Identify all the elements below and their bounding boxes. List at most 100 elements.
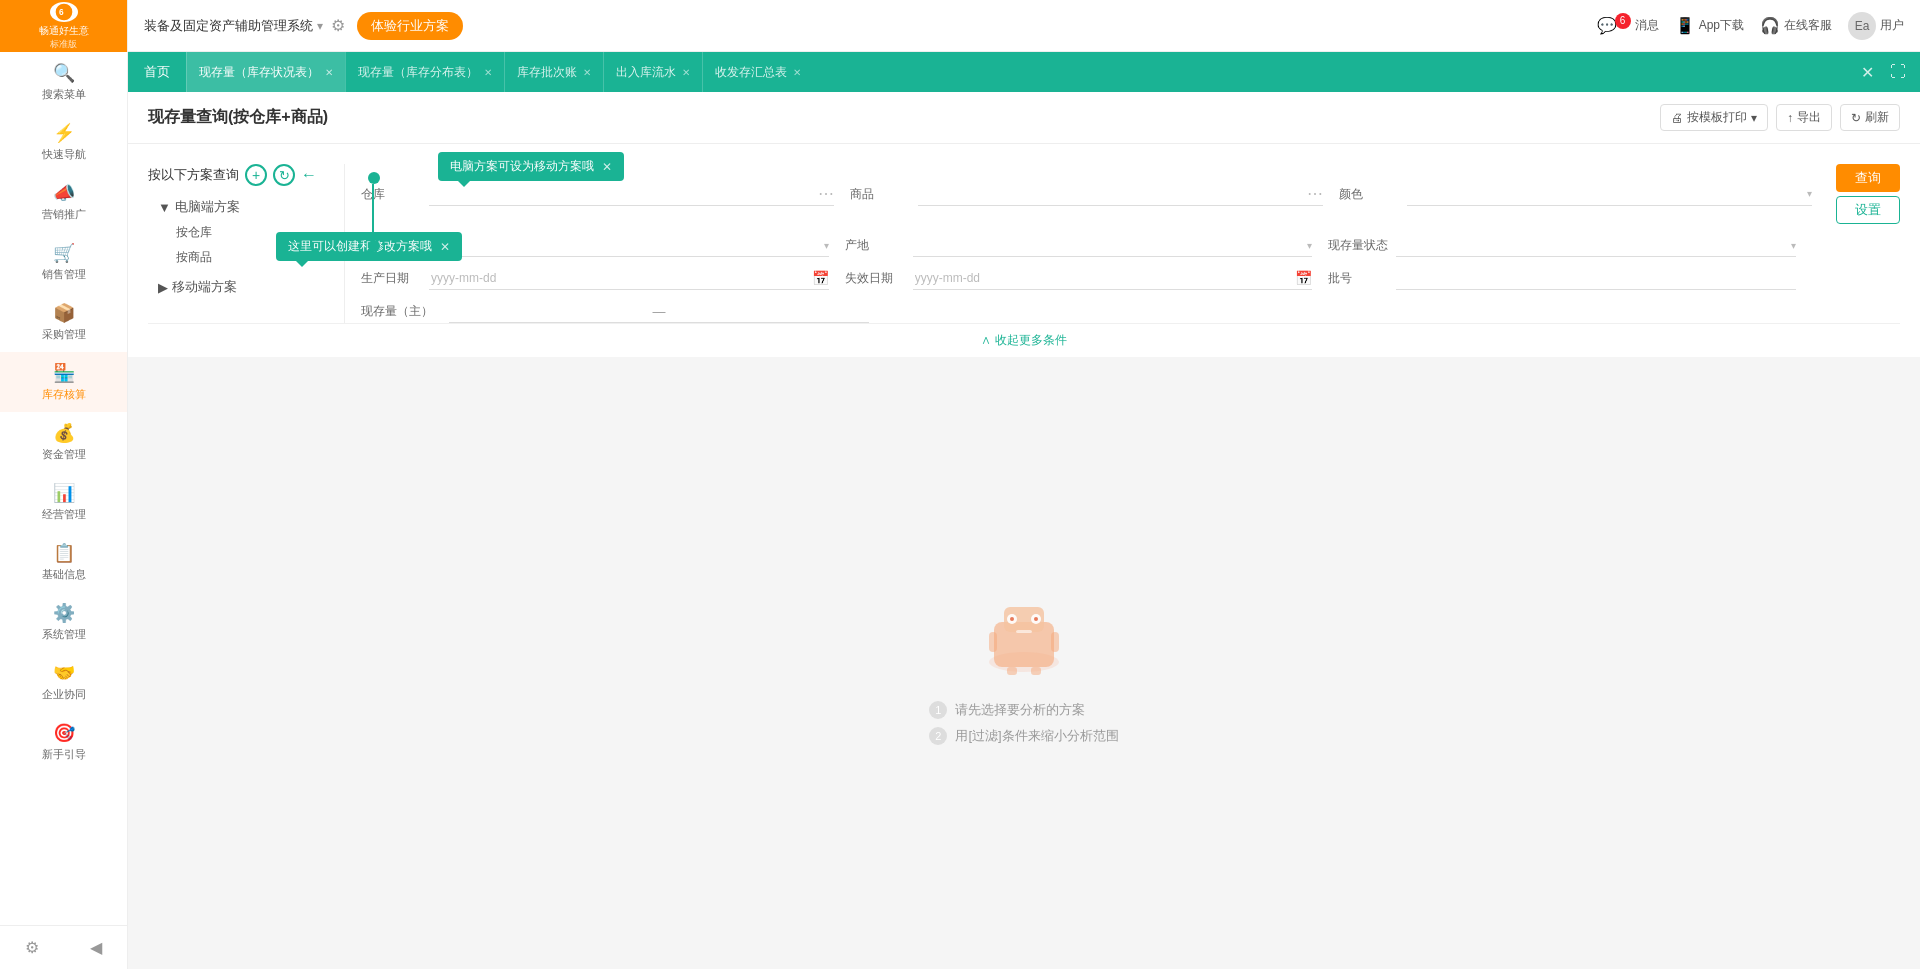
chevron-down-icon: ▼ bbox=[158, 200, 171, 215]
sidebar-item-basic[interactable]: 📋 基础信息 bbox=[0, 532, 127, 592]
svg-rect-9 bbox=[1016, 630, 1032, 633]
tab-inventory-dist[interactable]: 现存量（库存分布表） ✕ bbox=[345, 52, 504, 92]
sidebar-item-finance[interactable]: 💰 资金管理 bbox=[0, 412, 127, 472]
user-item[interactable]: Ea 用户 bbox=[1848, 12, 1904, 40]
sales-icon: 🛒 bbox=[53, 242, 75, 264]
production-date-input[interactable] bbox=[429, 267, 812, 289]
filter-add-button[interactable]: + bbox=[245, 164, 267, 186]
warehouse-dots[interactable]: ⋯ bbox=[818, 184, 834, 203]
expiry-date-input[interactable] bbox=[913, 267, 1296, 289]
support-item[interactable]: 🎧 在线客服 bbox=[1760, 16, 1832, 35]
tab-expand-btn[interactable]: ⛶ bbox=[1884, 61, 1912, 83]
tab-inventory-status-close[interactable]: ✕ bbox=[325, 67, 333, 78]
tab-inout-flow-close[interactable]: ✕ bbox=[682, 67, 690, 78]
stock-main-input-from[interactable] bbox=[449, 300, 648, 322]
empty-tip-1: 1 请先选择要分析的方案 bbox=[929, 701, 1118, 719]
system-title: 装备及固定资产辅助管理系统 bbox=[144, 17, 313, 35]
svg-rect-10 bbox=[989, 632, 997, 652]
scheme-pc-header[interactable]: ▼ 电脑端方案 bbox=[152, 194, 328, 220]
sidebar-item-search[interactable]: 🔍 搜索菜单 bbox=[0, 52, 127, 112]
color-dropdown[interactable]: ▾ bbox=[1807, 188, 1812, 199]
app-download-item[interactable]: 📱 App下载 bbox=[1675, 16, 1744, 35]
warehouse-input[interactable] bbox=[429, 183, 818, 205]
expiry-date-calendar-icon[interactable]: 📅 bbox=[1295, 270, 1312, 286]
sidebar-item-marketing[interactable]: 📣 营销推广 bbox=[0, 172, 127, 232]
print-dropdown-icon: ▾ bbox=[1751, 111, 1757, 125]
sidebar-item-guide[interactable]: 🎯 新手引导 bbox=[0, 712, 127, 772]
tab-inventory-dist-label: 现存量（库存分布表） bbox=[358, 64, 478, 81]
export-button[interactable]: ↑ 导出 bbox=[1776, 104, 1832, 131]
production-date-label: 生产日期 bbox=[361, 270, 421, 287]
stock-status-dropdown[interactable]: ▾ bbox=[1791, 240, 1796, 251]
stock-main-input-to[interactable] bbox=[669, 300, 868, 322]
main-area: 装备及固定资产辅助管理系统 ▾ ⚙ 体验行业方案 💬 6 消息 📱 App下载 … bbox=[128, 0, 1920, 969]
tip-num-2: 2 bbox=[929, 727, 947, 745]
tab-inout-flow[interactable]: 出入库流水 ✕ bbox=[603, 52, 702, 92]
notification-badge: 6 bbox=[1615, 13, 1631, 29]
search-button[interactable]: 查询 bbox=[1836, 164, 1900, 192]
batch-field: 批号 bbox=[1328, 267, 1796, 290]
content-area: 现存量查询(按仓库+商品) 🖨 按模板打印 ▾ ↑ 导出 ↻ 刷新 bbox=[128, 92, 1920, 969]
sidebar-logo: 6 畅通好生意 标准版 bbox=[0, 0, 127, 52]
settings-icon[interactable]: ⚙ bbox=[331, 16, 345, 35]
production-date-calendar-icon[interactable]: 📅 bbox=[812, 270, 829, 286]
goods-dots[interactable]: ⋯ bbox=[1307, 184, 1323, 203]
export-icon: ↑ bbox=[1787, 111, 1793, 125]
guide-icon: 🎯 bbox=[53, 722, 75, 744]
sidebar-nav: 🔍 搜索菜单 ⚡ 快速导航 📣 营销推广 🛒 销售管理 📦 采购管理 🏪 库存核… bbox=[0, 52, 127, 925]
stock-main-field: 现存量（主） — bbox=[361, 300, 869, 323]
sidebar-footer: ⚙ ◀ bbox=[0, 925, 127, 969]
scheme-group-mobile: ▶ 移动端方案 bbox=[152, 274, 328, 300]
user-label: 用户 bbox=[1880, 17, 1904, 34]
print-button[interactable]: 🖨 按模板打印 ▾ bbox=[1660, 104, 1768, 131]
batch-input[interactable] bbox=[1396, 267, 1796, 289]
page-header: 现存量查询(按仓库+商品) 🖨 按模板打印 ▾ ↑ 导出 ↻ 刷新 bbox=[128, 92, 1920, 144]
refresh-icon: ↻ bbox=[1851, 111, 1861, 125]
filter-back-button[interactable]: ← bbox=[301, 166, 317, 184]
tab-summary-close[interactable]: ✕ bbox=[793, 67, 801, 78]
tab-batch-account[interactable]: 库存批次账 ✕ bbox=[504, 52, 603, 92]
scheme-pc-label: 电脑端方案 bbox=[175, 198, 240, 216]
system-icon: ⚙️ bbox=[53, 602, 75, 624]
tab-inventory-dist-close[interactable]: ✕ bbox=[484, 67, 492, 78]
tab-close-all-btn[interactable]: ✕ bbox=[1855, 61, 1880, 84]
tab-home[interactable]: 首页 bbox=[128, 52, 186, 92]
stock-main-label: 现存量（主） bbox=[361, 303, 441, 320]
sidebar-item-inventory[interactable]: 🏪 库存核算 bbox=[0, 352, 127, 412]
scheme-mobile-label: 移动端方案 bbox=[172, 278, 237, 296]
tab-batch-account-close[interactable]: ✕ bbox=[583, 67, 591, 78]
filter-refresh-button[interactable]: ↻ bbox=[273, 164, 295, 186]
sidebar-item-enterprise[interactable]: 🤝 企业协同 bbox=[0, 652, 127, 712]
inventory-icon: 🏪 bbox=[53, 362, 75, 384]
app-download-label: App下载 bbox=[1699, 17, 1744, 34]
color-label: 颜色 bbox=[1339, 186, 1399, 203]
tooltip-create-close[interactable]: ✕ bbox=[440, 240, 450, 254]
color-input[interactable] bbox=[1407, 183, 1807, 205]
tab-inventory-status-label: 现存量（库存状况表） bbox=[199, 64, 319, 81]
settings-footer-btn[interactable]: ⚙ bbox=[21, 934, 43, 961]
notification-item[interactable]: 💬 6 消息 bbox=[1597, 16, 1659, 35]
production-date-field: 生产日期 📅 bbox=[361, 267, 829, 290]
sidebar-item-purchase[interactable]: 📦 采购管理 bbox=[0, 292, 127, 352]
tooltip-pc-close[interactable]: ✕ bbox=[602, 160, 612, 174]
collapse-footer-btn[interactable]: ◀ bbox=[86, 934, 106, 961]
sidebar-item-system[interactable]: ⚙️ 系统管理 bbox=[0, 592, 127, 652]
goods-input[interactable] bbox=[918, 183, 1307, 205]
origin-input[interactable] bbox=[913, 234, 1308, 256]
trial-button[interactable]: 体验行业方案 bbox=[357, 12, 463, 40]
tab-inventory-status[interactable]: 现存量（库存状况表） ✕ bbox=[186, 52, 345, 92]
system-dropdown[interactable]: ▾ bbox=[317, 19, 323, 33]
tab-summary[interactable]: 收发存汇总表 ✕ bbox=[702, 52, 813, 92]
size-dropdown[interactable]: ▾ bbox=[824, 240, 829, 251]
sidebar-item-quicknav[interactable]: ⚡ 快速导航 bbox=[0, 112, 127, 172]
origin-dropdown[interactable]: ▾ bbox=[1307, 240, 1312, 251]
notification-label: 消息 bbox=[1635, 17, 1659, 34]
scheme-mobile-header[interactable]: ▶ 移动端方案 bbox=[152, 274, 328, 300]
collapse-bar[interactable]: ∧ 收起更多条件 bbox=[148, 323, 1900, 357]
sidebar-item-sales[interactable]: 🛒 销售管理 bbox=[0, 232, 127, 292]
sidebar-item-operations[interactable]: 📊 经营管理 bbox=[0, 472, 127, 532]
reset-button[interactable]: 设置 bbox=[1836, 196, 1900, 224]
refresh-button[interactable]: ↻ 刷新 bbox=[1840, 104, 1900, 131]
size-input[interactable] bbox=[429, 234, 824, 256]
stock-status-input[interactable] bbox=[1396, 234, 1791, 256]
